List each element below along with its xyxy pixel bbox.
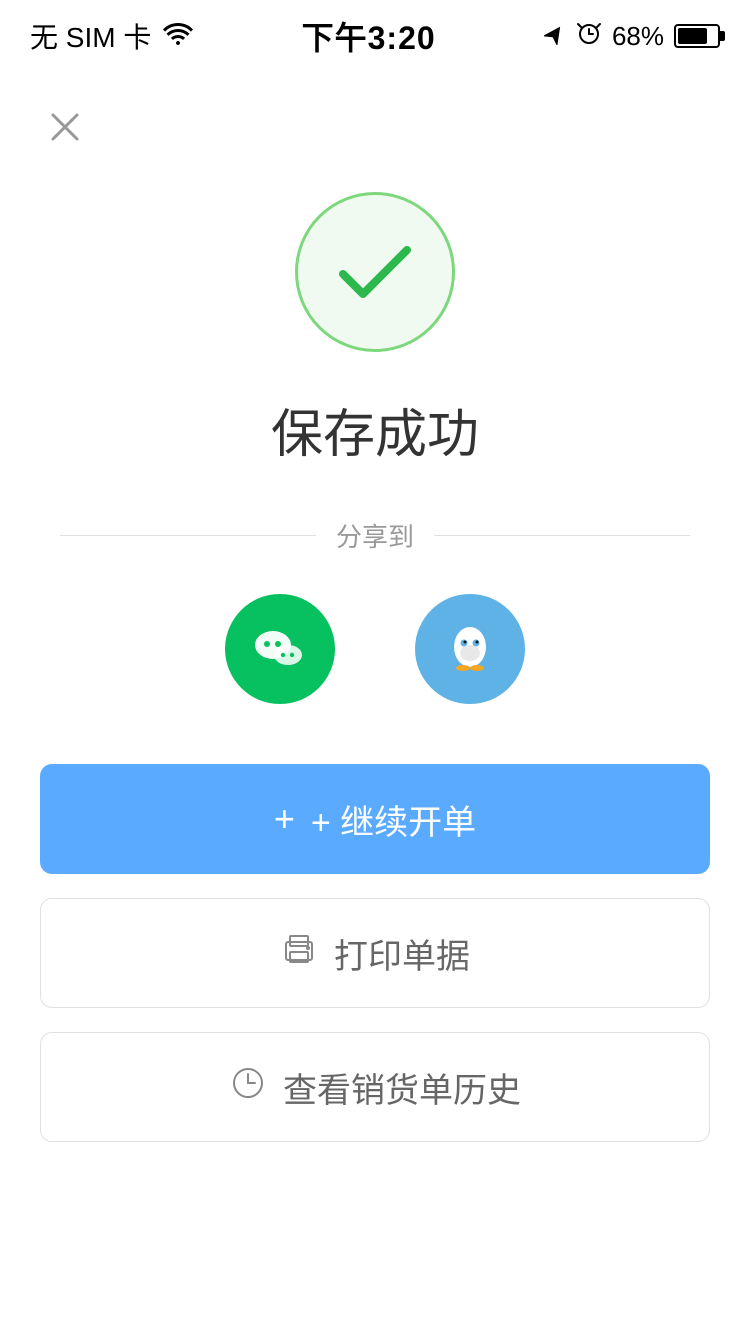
history-button[interactable]: 查看销货单历史: [40, 1032, 710, 1142]
status-left: 无 SIM 卡: [30, 16, 193, 56]
status-right: 68%: [544, 20, 720, 53]
status-bar: 无 SIM 卡 下午3:20 68%: [0, 0, 750, 72]
battery-icon: [674, 24, 720, 48]
continue-label: + 继续开单: [311, 795, 476, 844]
qq-icon: [438, 617, 503, 682]
success-circle: [295, 192, 455, 352]
location-icon: [544, 21, 566, 52]
print-label: 打印单据: [334, 929, 470, 978]
action-buttons: + + 继续开单 打印单据: [0, 764, 750, 1142]
main-content: 保存成功 分享到: [0, 72, 750, 1162]
wechat-icon: [248, 617, 313, 682]
continue-icon: +: [274, 798, 295, 840]
history-label: 查看销货单历史: [283, 1063, 521, 1112]
close-button[interactable]: [40, 102, 90, 152]
history-icon: [229, 1064, 267, 1111]
carrier-text: 无 SIM 卡: [30, 16, 151, 56]
checkmark-icon: [335, 242, 415, 302]
close-icon: [47, 109, 83, 145]
share-icons: [225, 594, 525, 704]
print-icon: [280, 930, 318, 977]
alarm-icon: [576, 20, 602, 53]
share-label: 分享到: [316, 517, 434, 554]
continue-button[interactable]: + + 继续开单: [40, 764, 710, 874]
qq-share-button[interactable]: [415, 594, 525, 704]
print-button[interactable]: 打印单据: [40, 898, 710, 1008]
success-title: 保存成功: [271, 392, 479, 467]
wechat-share-button[interactable]: [225, 594, 335, 704]
divider-line-right: [434, 535, 690, 536]
wifi-icon: [163, 20, 193, 52]
battery-percentage: 68%: [612, 21, 664, 52]
share-divider: 分享到: [0, 517, 750, 554]
close-button-container: [0, 92, 750, 162]
status-time: 下午3:20: [302, 13, 436, 59]
divider-line-left: [60, 535, 316, 536]
